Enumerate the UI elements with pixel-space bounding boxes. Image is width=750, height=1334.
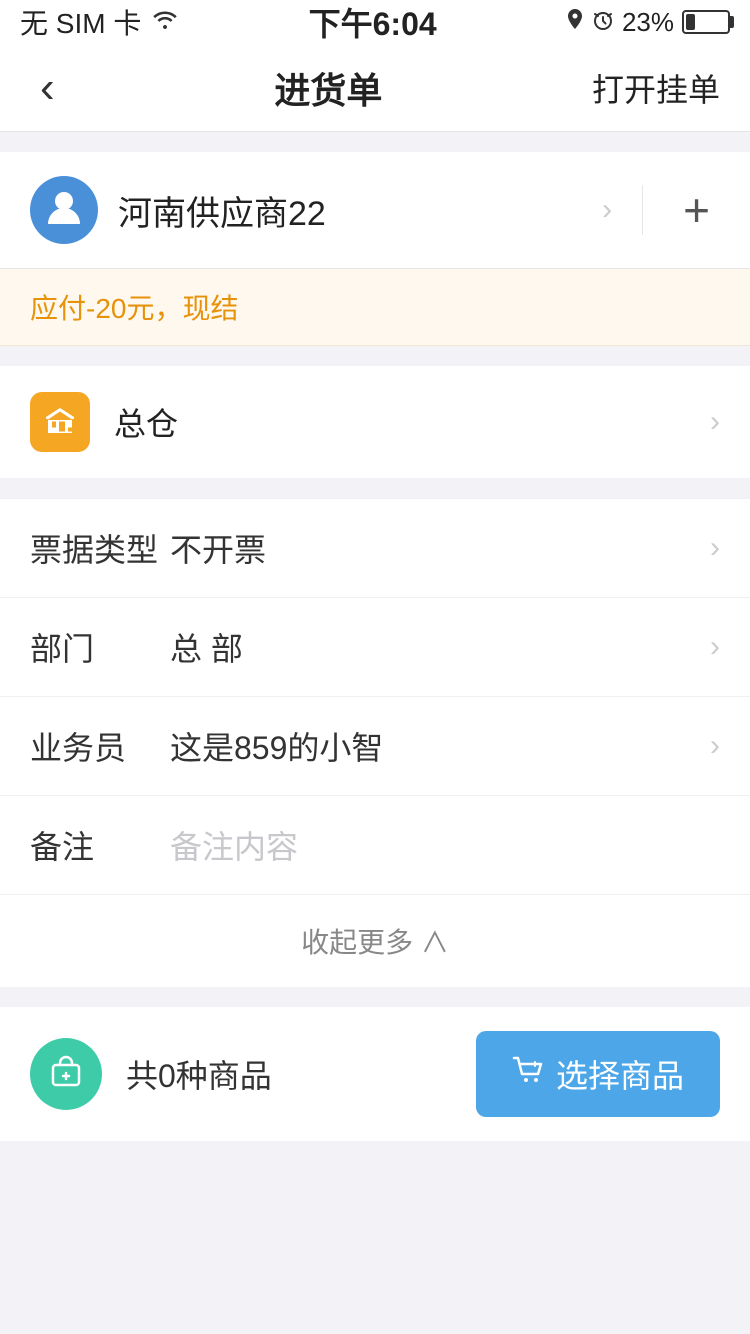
supplier-chevron-icon: › (602, 193, 612, 227)
open-pending-button[interactable]: 打开挂单 (592, 65, 720, 111)
avatar-icon (44, 186, 84, 235)
wifi-icon (151, 6, 179, 38)
collapse-button[interactable]: 收起更多 ∧ (0, 894, 750, 987)
invoice-chevron-icon: › (710, 531, 720, 565)
select-product-button[interactable]: 选择商品 (476, 1031, 720, 1117)
warehouse-icon (30, 392, 90, 452)
product-bar: 共0种商品 选择商品 (0, 1007, 750, 1141)
form-row-department[interactable]: 部门 总 部 › (0, 597, 750, 696)
warehouse-name: 总仓 (114, 399, 710, 445)
add-supplier-button[interactable]: + (673, 183, 720, 237)
battery-icon (682, 10, 730, 34)
section-gap-1 (0, 132, 750, 152)
alarm-icon (592, 7, 614, 38)
invoice-value: 不开票 (170, 525, 700, 571)
status-time: 下午6:04 (309, 0, 437, 45)
department-label: 部门 (30, 624, 170, 670)
department-value: 总 部 (170, 624, 700, 670)
page-title: 进货单 (274, 62, 382, 114)
warehouse-card: 总仓 › (0, 366, 750, 478)
supplier-avatar (30, 176, 98, 244)
warehouse-chevron-icon: › (710, 405, 720, 439)
notice-bar: 应付-20元，现结 (0, 269, 750, 346)
battery-percentage: 23% (622, 7, 674, 38)
product-icon (30, 1038, 102, 1110)
supplier-name: 河南供应商22 (118, 186, 602, 235)
form-row-salesperson[interactable]: 业务员 这是859的小智 › (0, 696, 750, 795)
remark-placeholder: 备注内容 (170, 822, 720, 868)
invoice-label: 票据类型 (30, 525, 170, 571)
back-button[interactable]: ‹ (30, 53, 65, 123)
department-chevron-icon: › (710, 630, 720, 664)
status-bar: 无 SIM 卡 下午6:04 23% (0, 0, 750, 44)
supplier-card: 河南供应商22 › + 应付-20元，现结 (0, 152, 750, 346)
section-gap-2 (0, 346, 750, 366)
status-right: 23% (566, 7, 730, 38)
section-gap-3 (0, 478, 750, 498)
salesperson-chevron-icon: › (710, 729, 720, 763)
nav-bar: ‹ 进货单 打开挂单 (0, 44, 750, 132)
form-row-invoice[interactable]: 票据类型 不开票 › (0, 498, 750, 597)
remark-label: 备注 (30, 822, 170, 868)
notice-text: 应付-20元，现结 (30, 293, 238, 324)
salesperson-value: 这是859的小智 (170, 723, 700, 769)
form-card: 票据类型 不开票 › 部门 总 部 › 业务员 这是859的小智 › 备注 备注… (0, 498, 750, 987)
warehouse-row[interactable]: 总仓 › (0, 366, 750, 478)
form-row-remark[interactable]: 备注 备注内容 (0, 795, 750, 894)
collapse-label: 收起更多 ∧ (301, 927, 449, 958)
select-product-label: 选择商品 (556, 1051, 684, 1097)
salesperson-label: 业务员 (30, 723, 170, 769)
location-icon (566, 7, 584, 38)
divider (642, 185, 643, 235)
supplier-row[interactable]: 河南供应商22 › + (0, 152, 750, 269)
cart-icon (512, 1056, 546, 1092)
status-left: 无 SIM 卡 (20, 2, 179, 42)
product-count-label: 共0种商品 (126, 1051, 476, 1097)
carrier-label: 无 SIM 卡 (20, 2, 141, 42)
